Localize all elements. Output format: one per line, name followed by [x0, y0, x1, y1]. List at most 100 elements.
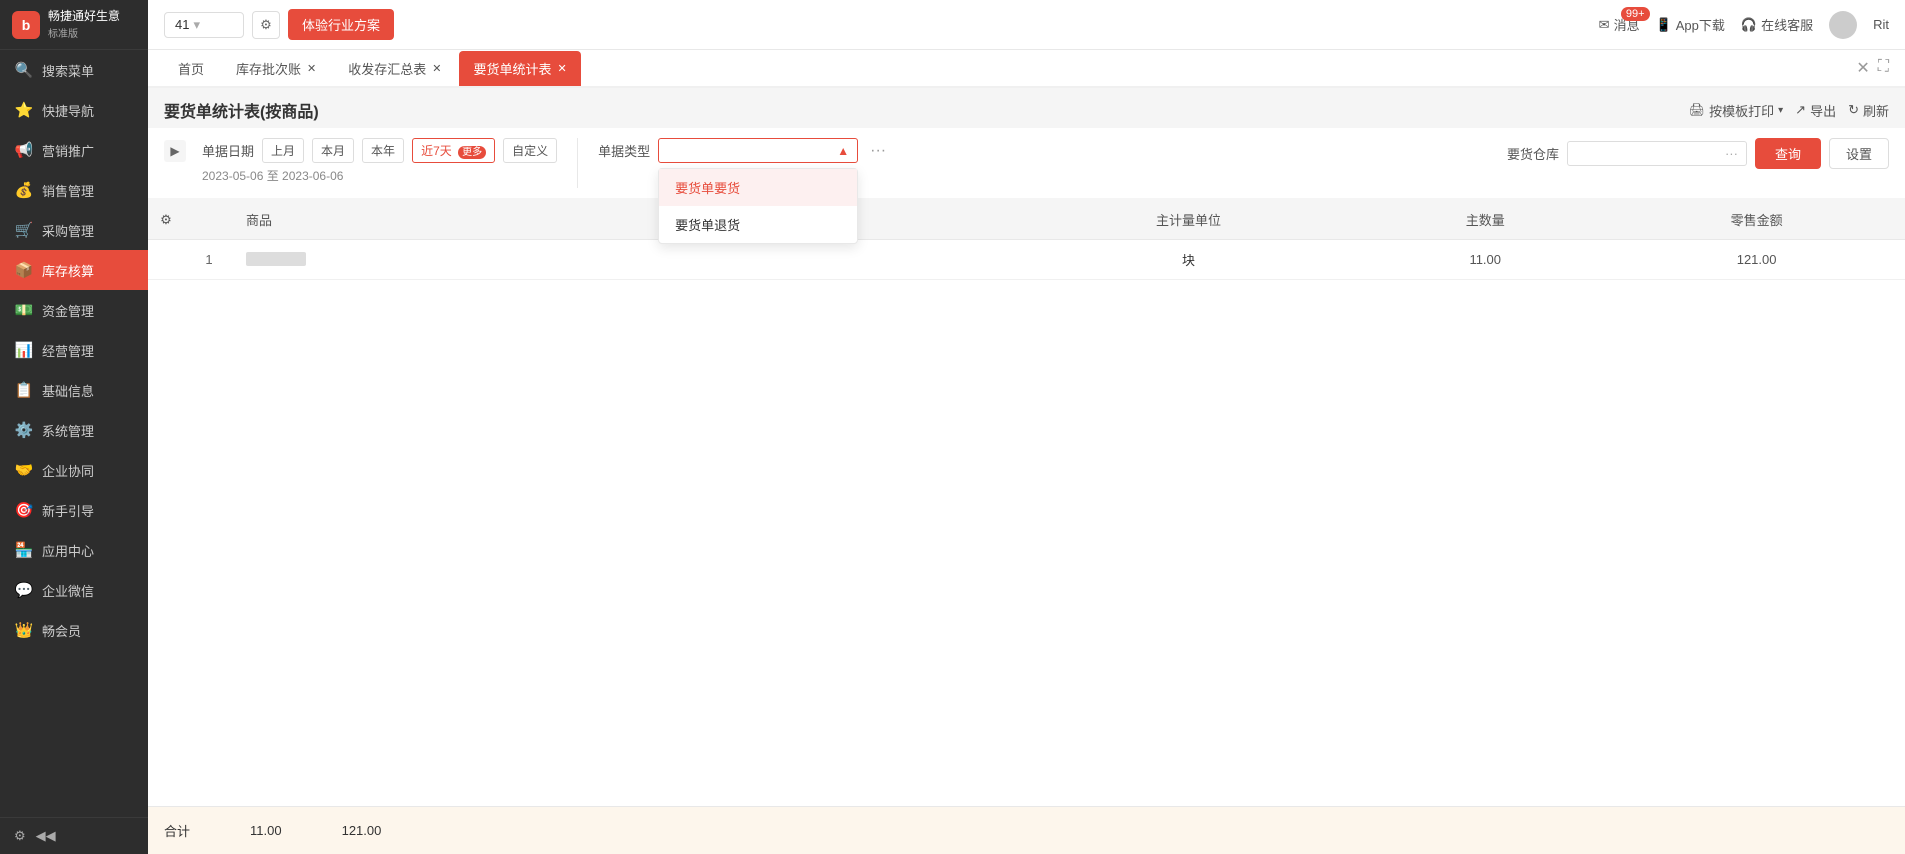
- operations-icon: 📊: [14, 340, 34, 360]
- trial-industry-button[interactable]: 体验行业方案: [288, 9, 394, 40]
- sidebar-item-purchase[interactable]: 🛒 采购管理: [0, 210, 148, 250]
- sidebar-item-system[interactable]: ⚙️ 系统管理: [0, 410, 148, 450]
- sidebar-item-search[interactable]: 🔍 搜索菜单: [0, 50, 148, 90]
- sidebar-label-purchase: 采购管理: [42, 221, 94, 240]
- sidebar-item-operations[interactable]: 📊 经营管理: [0, 330, 148, 370]
- topbar-left: 41 ▾ ⚙ 体验行业方案: [164, 9, 1587, 40]
- tab-recv-send[interactable]: 收发存汇总表 ✕: [334, 51, 455, 86]
- doctype-selected-value: [667, 143, 837, 158]
- tab-close-inventory-batch[interactable]: ✕: [307, 62, 316, 75]
- warehouse-label: 要货仓库: [1507, 144, 1559, 163]
- print-template-button[interactable]: 🖨 按模板打印 ▾: [1689, 101, 1784, 120]
- sidebar-item-marketing[interactable]: 📢 营销推广: [0, 130, 148, 170]
- export-label: 导出: [1810, 101, 1836, 120]
- newguide-icon: 🎯: [14, 500, 34, 520]
- refresh-icon: ↻: [1848, 102, 1859, 118]
- online-service-button[interactable]: 🎧 在线客服: [1741, 15, 1813, 34]
- totals-bar: 合计 11.00 121.00: [148, 806, 1905, 854]
- query-button[interactable]: 查询: [1755, 138, 1821, 169]
- sidebar-item-newguide[interactable]: 🎯 新手引导: [0, 490, 148, 530]
- tabs-actions: ✕ ⛶: [1856, 58, 1889, 78]
- sidebar-label-finance: 资金管理: [42, 301, 94, 320]
- warehouse-more-icon: ···: [1725, 146, 1738, 161]
- th-qty: 主数量: [1362, 200, 1608, 240]
- date-btn-cur[interactable]: 本月: [312, 138, 354, 163]
- sidebar-nav: 🔍 搜索菜单 ⭐ 快捷导航 📢 营销推广 💰 销售管理 🛒 采购管理 📦 库存核…: [0, 50, 148, 817]
- th-amount: 零售金额: [1608, 200, 1905, 240]
- sidebar-item-quicknav[interactable]: ⭐ 快捷导航: [0, 90, 148, 130]
- tab-inventory-batch[interactable]: 库存批次账 ✕: [222, 51, 330, 86]
- search-icon: 🔍: [14, 60, 34, 80]
- sidebar-item-basics[interactable]: 📋 基础信息: [0, 370, 148, 410]
- date-btn-up[interactable]: 上月: [262, 138, 304, 163]
- page-content: 要货单统计表(按商品) 🖨 按模板打印 ▾ ↗ 导出 ↻ 刷新 ▶: [148, 88, 1905, 854]
- date-btn-7days[interactable]: 近7天 更多: [412, 138, 495, 163]
- tab-close-all-button[interactable]: ✕: [1856, 58, 1869, 78]
- sidebar-item-inventory[interactable]: 📦 库存核算: [0, 250, 148, 290]
- export-button[interactable]: ↗ 导出: [1795, 101, 1836, 120]
- td-index: 1: [184, 240, 234, 280]
- sidebar-label-vip: 畅会员: [42, 621, 81, 640]
- tab-close-recv-send[interactable]: ✕: [432, 62, 441, 75]
- tab-order-stats[interactable]: 要货单统计表 ✕: [459, 51, 580, 86]
- filter-date-row: 单据日期 上月 本月 本年 近7天 更多 自定义: [202, 138, 557, 163]
- message-badge: 99+: [1621, 7, 1650, 21]
- export-icon: ↗: [1795, 102, 1806, 118]
- sidebar-item-corpwx[interactable]: 💬 企业微信: [0, 570, 148, 610]
- sidebar-label-search: 搜索菜单: [42, 61, 94, 80]
- sidebar-item-sales[interactable]: 💰 销售管理: [0, 170, 148, 210]
- tab-home-label: 首页: [178, 59, 204, 78]
- th-unit: 主计量单位: [1015, 200, 1362, 240]
- refresh-label: 刷新: [1863, 101, 1889, 120]
- doctype-more-button[interactable]: ···: [866, 142, 890, 160]
- date-btn-custom[interactable]: 自定义: [503, 138, 557, 163]
- sidebar-settings-btn[interactable]: ⚙: [14, 828, 26, 844]
- quicknav-icon: ⭐: [14, 100, 34, 120]
- app-logo-icon: b: [12, 11, 40, 39]
- dropdown-item-order-goods[interactable]: 要货单要货: [659, 169, 857, 206]
- page-header-actions: 🖨 按模板打印 ▾ ↗ 导出 ↻ 刷新: [1689, 101, 1889, 120]
- doctype-dropdown-menu: 要货单要货 要货单退货: [658, 168, 858, 244]
- sidebar-logo: b 畅捷通好生意 标准版: [0, 0, 148, 50]
- app-download-button[interactable]: 📱 App下载: [1656, 15, 1725, 34]
- tab-home[interactable]: 首页: [164, 51, 218, 86]
- sidebar-label-corp: 企业协同: [42, 461, 94, 480]
- topbar-gear-button[interactable]: ⚙: [252, 11, 280, 39]
- vip-icon: 👑: [14, 620, 34, 640]
- page-title: 要货单统计表(按商品): [164, 98, 319, 122]
- sidebar-label-system: 系统管理: [42, 421, 94, 440]
- print-label: 按模板打印: [1709, 101, 1774, 120]
- service-icon: 🎧: [1741, 17, 1757, 33]
- tab-close-order-stats[interactable]: ✕: [558, 62, 567, 75]
- appcenter-icon: 🏪: [14, 540, 34, 560]
- filter-expand-button[interactable]: ▶: [164, 140, 186, 162]
- sidebar-collapse-btn[interactable]: ◀◀: [36, 828, 56, 844]
- message-icon: ✉: [1599, 17, 1610, 33]
- refresh-button[interactable]: ↻ 刷新: [1848, 101, 1889, 120]
- filter-doctype-row: 单据类型 ▲ 要货单要货 要货单退货 ···: [598, 138, 890, 163]
- filter-settings-button[interactable]: 设置: [1829, 138, 1889, 169]
- sidebar-item-vip[interactable]: 👑 畅会员: [0, 610, 148, 650]
- date-btn-year[interactable]: 本年: [362, 138, 404, 163]
- sidebar-item-appcenter[interactable]: 🏪 应用中心: [0, 530, 148, 570]
- warehouse-select-field[interactable]: ···: [1567, 141, 1747, 166]
- td-amount: 121.00: [1608, 240, 1905, 280]
- th-goods: 商品: [234, 200, 1015, 240]
- dropdown-item-order-return[interactable]: 要货单退货: [659, 206, 857, 243]
- totals-amount-item: 121.00: [342, 823, 382, 838]
- sidebar-item-finance[interactable]: 💵 资金管理: [0, 290, 148, 330]
- message-button[interactable]: ✉ 消息 99+: [1599, 15, 1640, 34]
- column-settings-icon[interactable]: ⚙: [160, 212, 172, 227]
- basics-icon: 📋: [14, 380, 34, 400]
- print-icon: 🖨: [1689, 102, 1706, 118]
- totals-amount-value: 121.00: [342, 823, 382, 838]
- store-selector[interactable]: 41 ▾: [164, 12, 244, 38]
- sidebar-label-inventory: 库存核算: [42, 261, 94, 280]
- store-name: 41: [175, 17, 189, 32]
- th-settings: ⚙: [148, 200, 184, 240]
- tab-expand-button[interactable]: ⛶: [1878, 58, 1889, 78]
- doctype-select-field[interactable]: ▲: [658, 138, 858, 163]
- user-avatar[interactable]: [1829, 11, 1857, 39]
- sidebar-item-corp[interactable]: 🤝 企业协同: [0, 450, 148, 490]
- filter-date-group: 单据日期 上月 本月 本年 近7天 更多 自定义 2023-05-06 至 20…: [202, 138, 557, 184]
